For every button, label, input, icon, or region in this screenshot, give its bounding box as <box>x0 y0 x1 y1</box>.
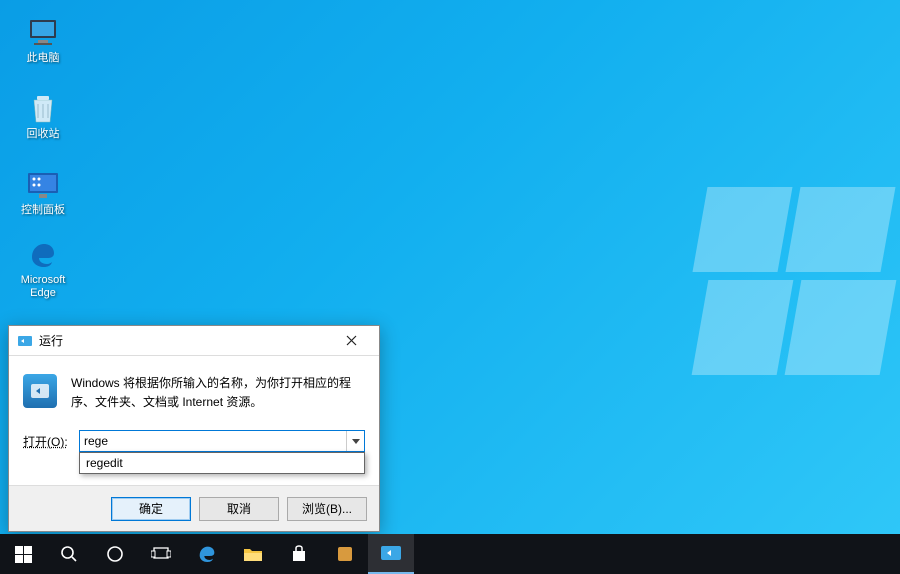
run-dialog-buttons: 确定 取消 浏览(B)... <box>9 485 379 531</box>
run-open-input[interactable] <box>80 431 346 451</box>
desktop-icon-edge[interactable]: Microsoft Edge <box>8 234 78 304</box>
run-dialog: 运行 Windows 将根据你所输入的名称，为你打开相应的程序、文件夹、文档或 … <box>8 325 380 532</box>
start-icon <box>15 546 32 563</box>
chevron-down-icon <box>352 439 360 444</box>
taskbar <box>0 534 900 574</box>
close-icon <box>346 335 357 346</box>
desktop-icon-label: 此电脑 <box>27 52 60 65</box>
desktop-icon-label: 控制面板 <box>21 204 65 217</box>
close-button[interactable] <box>331 329 371 353</box>
edge-icon <box>26 238 60 272</box>
app1-taskbar-button[interactable] <box>322 534 368 574</box>
cortana-icon <box>106 545 124 563</box>
desktop-icon-control-panel[interactable]: 控制面板 <box>8 158 78 228</box>
task-view-button[interactable] <box>138 534 184 574</box>
cancel-button[interactable]: 取消 <box>199 497 279 521</box>
run-open-label: 打开(O): <box>23 433 79 450</box>
run-dialog-description: Windows 将根据你所输入的名称，为你打开相应的程序、文件夹、文档或 Int… <box>71 374 365 412</box>
cortana-button[interactable] <box>92 534 138 574</box>
run-open-dropdown-button[interactable] <box>346 431 364 451</box>
this-pc-icon <box>26 16 60 50</box>
desktop-icon-label: Microsoft Edge <box>8 274 78 300</box>
desktop-icons: 此电脑 回收站 控制面板 Microsoft Edge <box>8 0 78 304</box>
app-icon <box>336 545 354 563</box>
run-dialog-titlebar[interactable]: 运行 <box>9 326 379 356</box>
edge-taskbar-icon <box>197 544 217 564</box>
wallpaper-windows-logo <box>700 187 900 387</box>
explorer-taskbar-button[interactable] <box>230 534 276 574</box>
run-taskbar-button[interactable] <box>368 534 414 574</box>
desktop-icon-this-pc[interactable]: 此电脑 <box>8 6 78 76</box>
start-button[interactable] <box>0 534 46 574</box>
run-autocomplete-item[interactable]: regedit <box>80 453 364 473</box>
run-dialog-icon <box>23 374 57 408</box>
desktop-icon-recycle-bin[interactable]: 回收站 <box>8 82 78 152</box>
taskview-icon <box>151 546 171 562</box>
edge-taskbar-button[interactable] <box>184 534 230 574</box>
run-dialog-body: Windows 将根据你所输入的名称，为你打开相应的程序、文件夹、文档或 Int… <box>9 356 379 485</box>
recycle-bin-icon <box>26 92 60 126</box>
browse-button[interactable]: 浏览(B)... <box>287 497 367 521</box>
search-button[interactable] <box>46 534 92 574</box>
run-taskbar-icon <box>380 545 402 561</box>
search-icon <box>60 545 78 563</box>
desktop-icon-label: 回收站 <box>27 128 60 141</box>
run-open-combobox[interactable]: regedit <box>79 430 365 452</box>
store-taskbar-button[interactable] <box>276 534 322 574</box>
run-dialog-title: 运行 <box>39 332 331 349</box>
ok-button[interactable]: 确定 <box>111 497 191 521</box>
run-autocomplete-popup: regedit <box>79 452 365 474</box>
control-panel-icon <box>26 168 60 202</box>
folder-icon <box>243 546 263 562</box>
store-icon <box>290 545 308 563</box>
run-dialog-title-icon <box>17 333 33 349</box>
